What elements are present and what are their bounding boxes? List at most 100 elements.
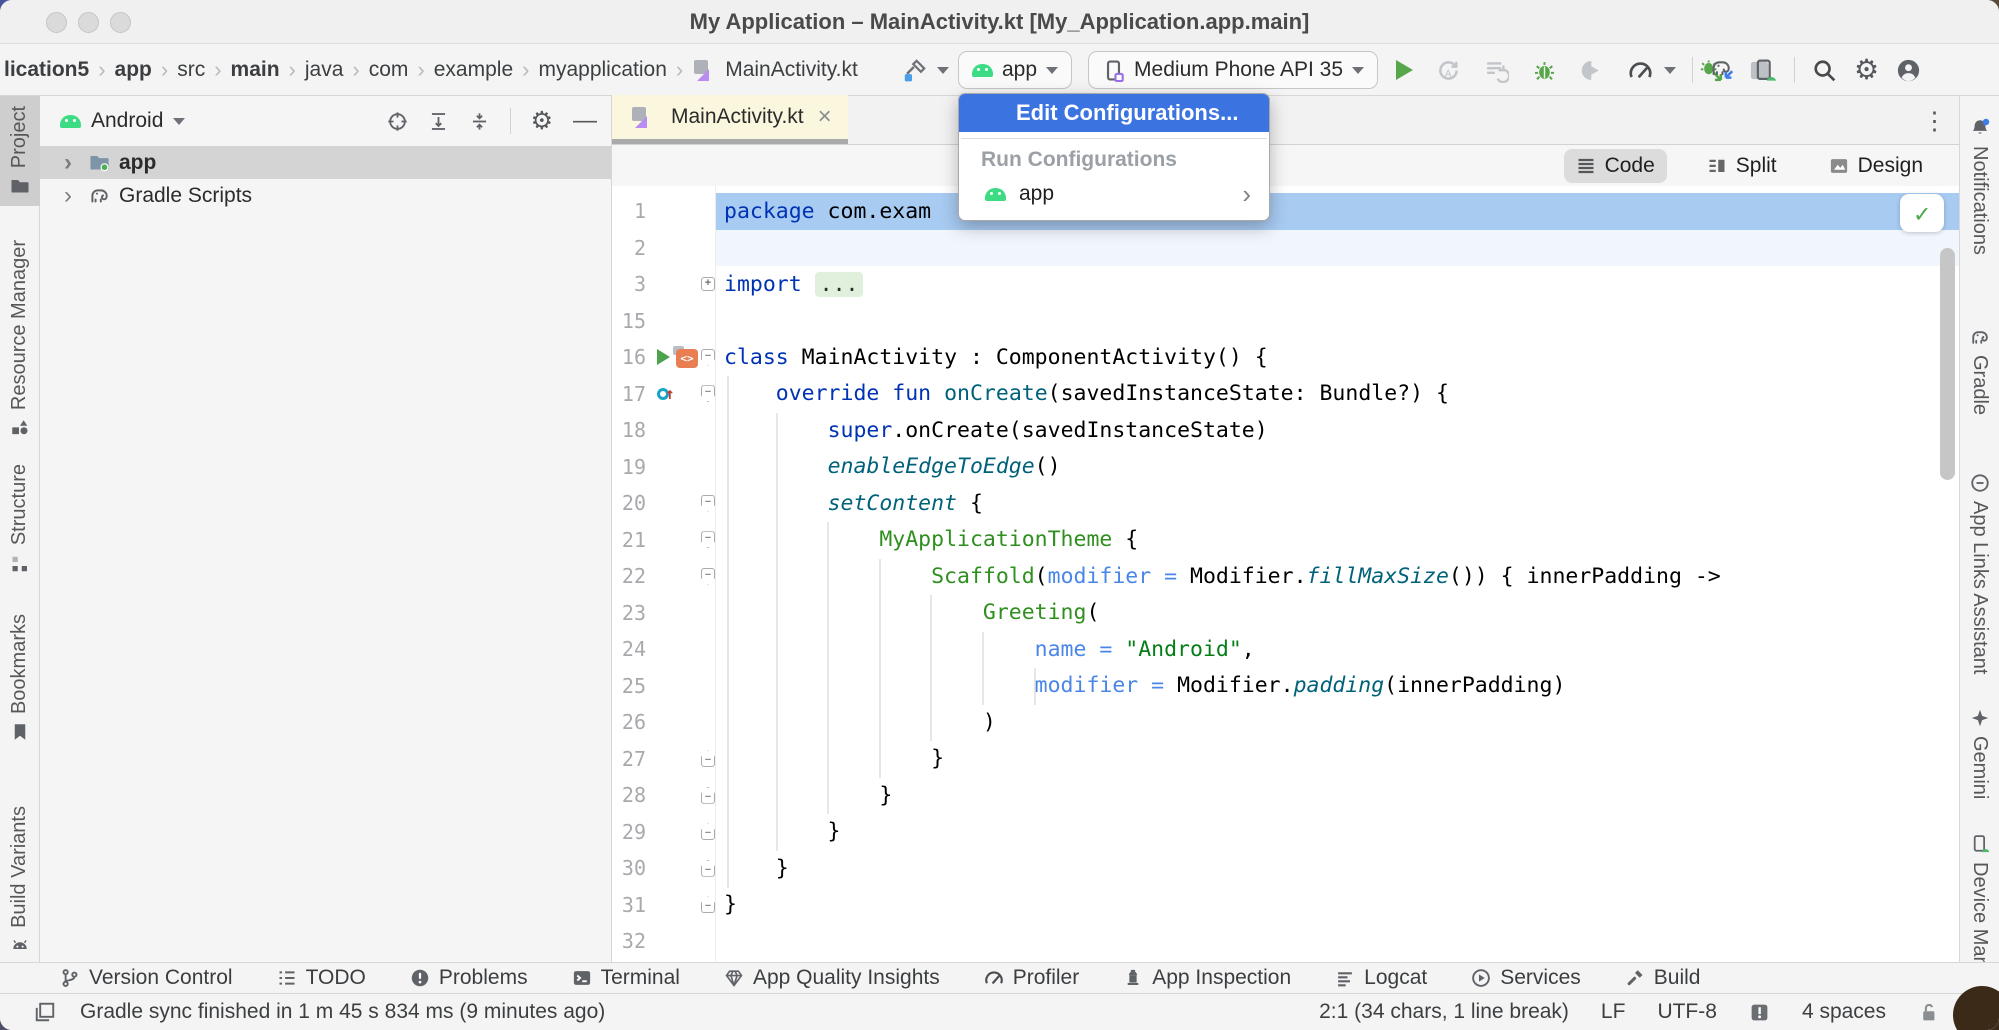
mode-code-button[interactable]: Code <box>1564 149 1667 183</box>
chevron-right-icon[interactable]: › <box>64 149 80 177</box>
code-line-23[interactable]: 23 Greeting( <box>612 595 1959 632</box>
code-line-20[interactable]: 20− setContent { <box>612 485 1959 522</box>
breadcrumb-item-src[interactable]: src <box>175 58 207 82</box>
tool-stripe-tab-build-variants[interactable]: Build Variants <box>0 796 40 966</box>
apply-changes-button[interactable]: A <box>1436 58 1461 83</box>
line-number[interactable]: 20 <box>612 491 656 515</box>
code-line-22[interactable]: 22− Scaffold(modifier = Modifier.fillMax… <box>612 558 1959 595</box>
debug-button[interactable] <box>1532 58 1557 83</box>
fold-marker[interactable]: − <box>701 385 715 402</box>
code-line-25[interactable]: 25 modifier = Modifier.padding(innerPadd… <box>612 668 1959 705</box>
line-number[interactable]: 22 <box>612 564 656 588</box>
close-icon[interactable]: × <box>818 103 832 131</box>
status-message[interactable]: Gradle sync finished in 1 m 45 s 834 ms … <box>80 1000 605 1024</box>
toolwindow-version-control[interactable]: Version Control <box>60 966 233 990</box>
inspections-ok-indicator[interactable]: ✓ <box>1900 194 1944 232</box>
line-number[interactable]: 23 <box>612 601 656 625</box>
hide-panel-button[interactable]: — <box>573 109 597 133</box>
overrides-method-icon[interactable]: ↑ <box>657 384 675 403</box>
mode-design-button[interactable]: Design <box>1817 149 1935 183</box>
device-select[interactable]: Medium Phone API 35 <box>1088 51 1378 89</box>
fold-marker[interactable]: + <box>701 277 715 291</box>
breadcrumb-item-main[interactable]: main <box>229 58 282 82</box>
code-line-19[interactable]: 19 enableEdgeToEdge() <box>612 449 1959 486</box>
line-number[interactable]: 28 <box>612 783 656 807</box>
tab-mainactivity[interactable]: MainActivity.kt × <box>612 95 848 144</box>
project-view-select[interactable]: Android <box>60 109 185 133</box>
line-number[interactable]: 24 <box>612 637 656 661</box>
breadcrumb-item-myapplication[interactable]: myapplication <box>536 58 668 82</box>
search-everywhere-button[interactable] <box>1812 58 1837 83</box>
code-line-3[interactable]: 3+import ... <box>612 266 1959 303</box>
line-number[interactable]: 1 <box>612 199 656 223</box>
toolwindow-app-inspection[interactable]: App Inspection <box>1123 966 1291 990</box>
toolwindow-services[interactable]: Services <box>1471 966 1581 990</box>
code-line-18[interactable]: 18 super.onCreate(savedInstanceState) <box>612 412 1959 449</box>
code-line-32[interactable]: 32 <box>612 923 1959 960</box>
line-number[interactable]: 19 <box>612 455 656 479</box>
line-number[interactable]: 2 <box>612 236 656 260</box>
fold-marker[interactable]: − <box>701 750 715 767</box>
line-number[interactable]: 18 <box>612 418 656 442</box>
menu-item-edit-configurations[interactable]: Edit Configurations... <box>959 94 1269 132</box>
line-number[interactable]: 31 <box>612 893 656 917</box>
line-separator-indicator[interactable]: LF <box>1601 1000 1626 1024</box>
tool-windows-icon[interactable] <box>34 1001 56 1023</box>
fold-marker[interactable]: − <box>701 896 715 913</box>
code-line-29[interactable]: 29− } <box>612 814 1959 851</box>
mode-split-button[interactable]: Split <box>1695 149 1789 183</box>
run-configuration-select[interactable]: app <box>958 51 1072 89</box>
breadcrumb-item-app[interactable]: app <box>113 58 154 82</box>
unlock-icon[interactable] <box>1918 1002 1939 1023</box>
code-line-21[interactable]: 21− MyApplicationTheme { <box>612 522 1959 559</box>
code-line-2[interactable]: 2 <box>612 230 1959 267</box>
breadcrumb-item-com[interactable]: com <box>367 58 411 82</box>
code-line-16[interactable]: 16<>−class MainActivity : ComponentActiv… <box>612 339 1959 376</box>
locate-file-button[interactable] <box>387 111 408 132</box>
line-number[interactable]: 32 <box>612 929 656 953</box>
chevron-right-icon[interactable]: › <box>64 182 80 210</box>
toolwindow-app-quality-insights[interactable]: App Quality Insights <box>724 966 940 990</box>
toolwindow-problems[interactable]: Problems <box>410 966 528 990</box>
tool-stripe-tab-app-links-assistant[interactable]: App Links Assistant <box>1960 463 1999 684</box>
code-line-17[interactable]: 17↑− override fun onCreate(savedInstance… <box>612 376 1959 413</box>
menu-item-app[interactable]: app › <box>959 175 1269 213</box>
fold-marker[interactable]: − <box>701 531 715 548</box>
run-line-icon[interactable] <box>657 349 670 365</box>
code-line-26[interactable]: 26 ) <box>612 704 1959 741</box>
ide-errors-icon[interactable] <box>1749 1002 1770 1023</box>
code-line-24[interactable]: 24 name = "Android", <box>612 631 1959 668</box>
gradle-sync-button[interactable] <box>1710 58 1735 83</box>
breadcrumb-item-lication5[interactable]: lication5 <box>2 58 91 82</box>
breadcrumb-item-example[interactable]: example <box>432 58 515 82</box>
fold-marker[interactable]: − <box>701 568 715 585</box>
code-line-15[interactable]: 15 <box>612 303 1959 340</box>
toolwindow-terminal[interactable]: Terminal <box>572 966 680 990</box>
caret-position-indicator[interactable]: 2:1 (34 chars, 1 line break) <box>1319 1000 1569 1024</box>
line-number[interactable]: 26 <box>612 710 656 734</box>
fold-marker[interactable]: − <box>701 823 715 840</box>
indent-indicator[interactable]: 4 spaces <box>1802 1000 1886 1024</box>
tool-stripe-tab-project[interactable]: Project <box>0 96 40 206</box>
code-line-28[interactable]: 28− } <box>612 777 1959 814</box>
tool-stripe-tab-bookmarks[interactable]: Bookmarks <box>0 604 40 752</box>
chevron-down-icon[interactable] <box>1664 67 1676 74</box>
code-area[interactable]: 1package com.exam 2 3+import ... 15 16<>−cla… <box>612 186 1959 962</box>
line-number[interactable]: 27 <box>612 747 656 771</box>
line-number[interactable]: 15 <box>612 309 656 333</box>
toolwindow-logcat[interactable]: Logcat <box>1335 966 1427 990</box>
device-manager-button[interactable] <box>1752 58 1777 83</box>
code-line-1[interactable]: 1package com.exam <box>612 193 1959 230</box>
chevron-down-icon[interactable] <box>937 67 949 74</box>
toolwindow-profiler[interactable]: Profiler <box>984 966 1080 990</box>
line-number[interactable]: 16 <box>612 345 656 369</box>
fold-marker[interactable]: − <box>701 787 715 804</box>
tree-row-gradle-scripts[interactable]: › Gradle Scripts <box>40 179 611 212</box>
fold-marker[interactable]: − <box>701 860 715 877</box>
tool-stripe-tab-gradle[interactable]: Gradle <box>1960 317 1999 425</box>
line-number[interactable]: 29 <box>612 820 656 844</box>
profiler-button[interactable] <box>1628 58 1653 83</box>
breadcrumb-item-java[interactable]: java <box>303 58 346 82</box>
settings-button[interactable]: ⚙ <box>1854 56 1879 84</box>
line-number[interactable]: 25 <box>612 674 656 698</box>
